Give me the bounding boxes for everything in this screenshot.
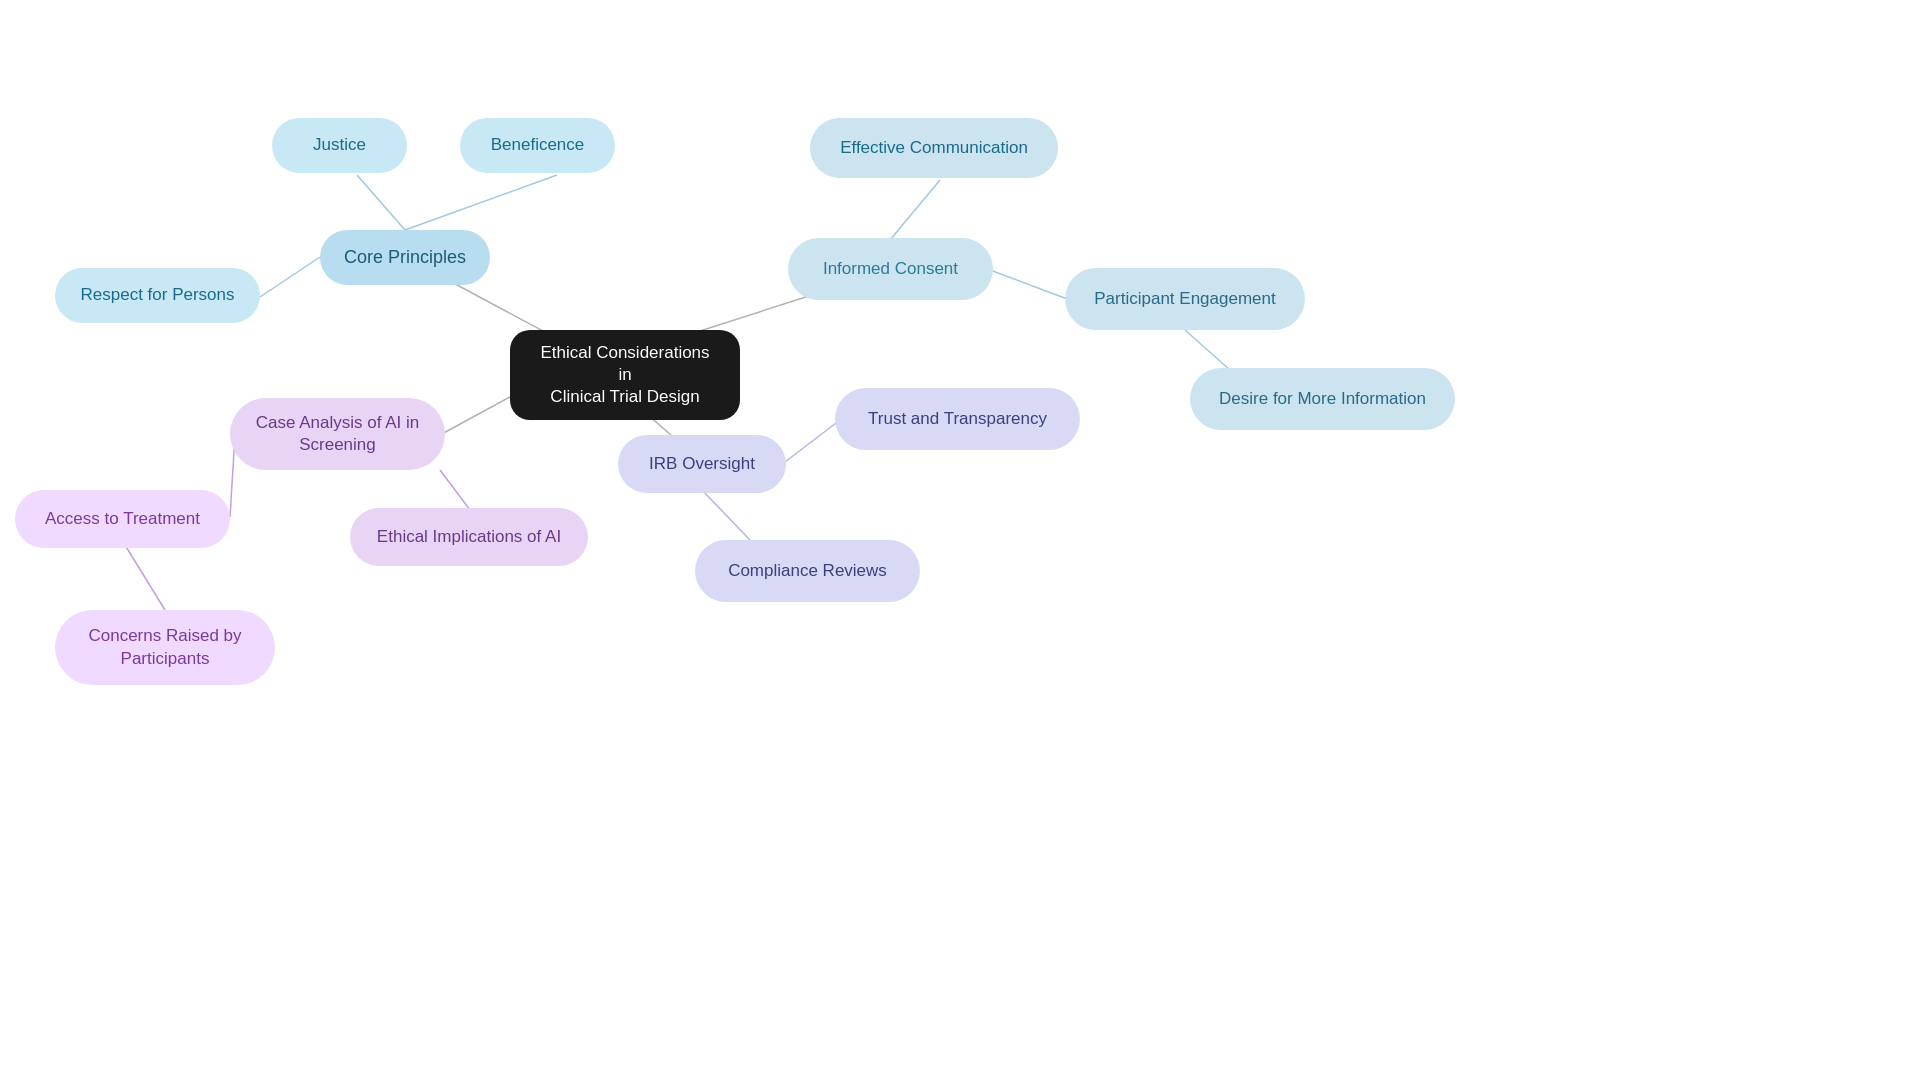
svg-line-14 bbox=[125, 545, 165, 610]
ethical-implications-label: Ethical Implications of AI bbox=[377, 526, 561, 548]
effective-communication-node: Effective Communication bbox=[810, 118, 1058, 178]
trust-transparency-node: Trust and Transparency bbox=[835, 388, 1080, 450]
svg-line-1 bbox=[357, 175, 405, 230]
svg-line-6 bbox=[990, 270, 1070, 300]
justice-node: Justice bbox=[272, 118, 407, 173]
informed-consent-node: Informed Consent bbox=[788, 238, 993, 300]
center-label: Ethical Considerations in Clinical Trial… bbox=[532, 342, 718, 408]
trust-transparency-label: Trust and Transparency bbox=[868, 408, 1047, 430]
desire-more-info-label: Desire for More Information bbox=[1219, 388, 1426, 410]
svg-line-12 bbox=[440, 470, 470, 510]
respect-for-persons-node: Respect for Persons bbox=[55, 268, 260, 323]
irb-oversight-label: IRB Oversight bbox=[649, 453, 755, 475]
access-to-treatment-node: Access to Treatment bbox=[15, 490, 230, 548]
concerns-raised-label: Concerns Raised by Participants bbox=[88, 625, 241, 669]
justice-label: Justice bbox=[313, 134, 366, 156]
center-node: Ethical Considerations in Clinical Trial… bbox=[510, 330, 740, 420]
informed-consent-label: Informed Consent bbox=[823, 258, 958, 280]
beneficence-node: Beneficence bbox=[460, 118, 615, 173]
participant-engagement-node: Participant Engagement bbox=[1065, 268, 1305, 330]
svg-line-11 bbox=[440, 397, 510, 435]
core-principles-label: Core Principles bbox=[344, 246, 466, 269]
svg-line-2 bbox=[405, 175, 557, 230]
desire-more-info-node: Desire for More Information bbox=[1190, 368, 1455, 430]
svg-line-3 bbox=[260, 257, 320, 297]
participant-engagement-label: Participant Engagement bbox=[1094, 288, 1275, 310]
case-analysis-node: Case Analysis of AI in Screening bbox=[230, 398, 445, 470]
compliance-reviews-label: Compliance Reviews bbox=[728, 560, 887, 582]
case-analysis-label: Case Analysis of AI in Screening bbox=[256, 412, 419, 456]
svg-line-7 bbox=[1185, 330, 1230, 370]
ethical-implications-node: Ethical Implications of AI bbox=[350, 508, 588, 566]
irb-oversight-node: IRB Oversight bbox=[618, 435, 786, 493]
svg-line-5 bbox=[890, 180, 940, 240]
respect-label: Respect for Persons bbox=[80, 284, 234, 306]
access-treatment-label: Access to Treatment bbox=[45, 508, 200, 530]
core-principles-node: Core Principles bbox=[320, 230, 490, 285]
concerns-raised-node: Concerns Raised by Participants bbox=[55, 610, 275, 685]
effective-comm-label: Effective Communication bbox=[840, 137, 1028, 159]
compliance-reviews-node: Compliance Reviews bbox=[695, 540, 920, 602]
svg-line-10 bbox=[702, 490, 750, 540]
beneficence-label: Beneficence bbox=[491, 134, 585, 156]
svg-line-9 bbox=[785, 420, 840, 462]
